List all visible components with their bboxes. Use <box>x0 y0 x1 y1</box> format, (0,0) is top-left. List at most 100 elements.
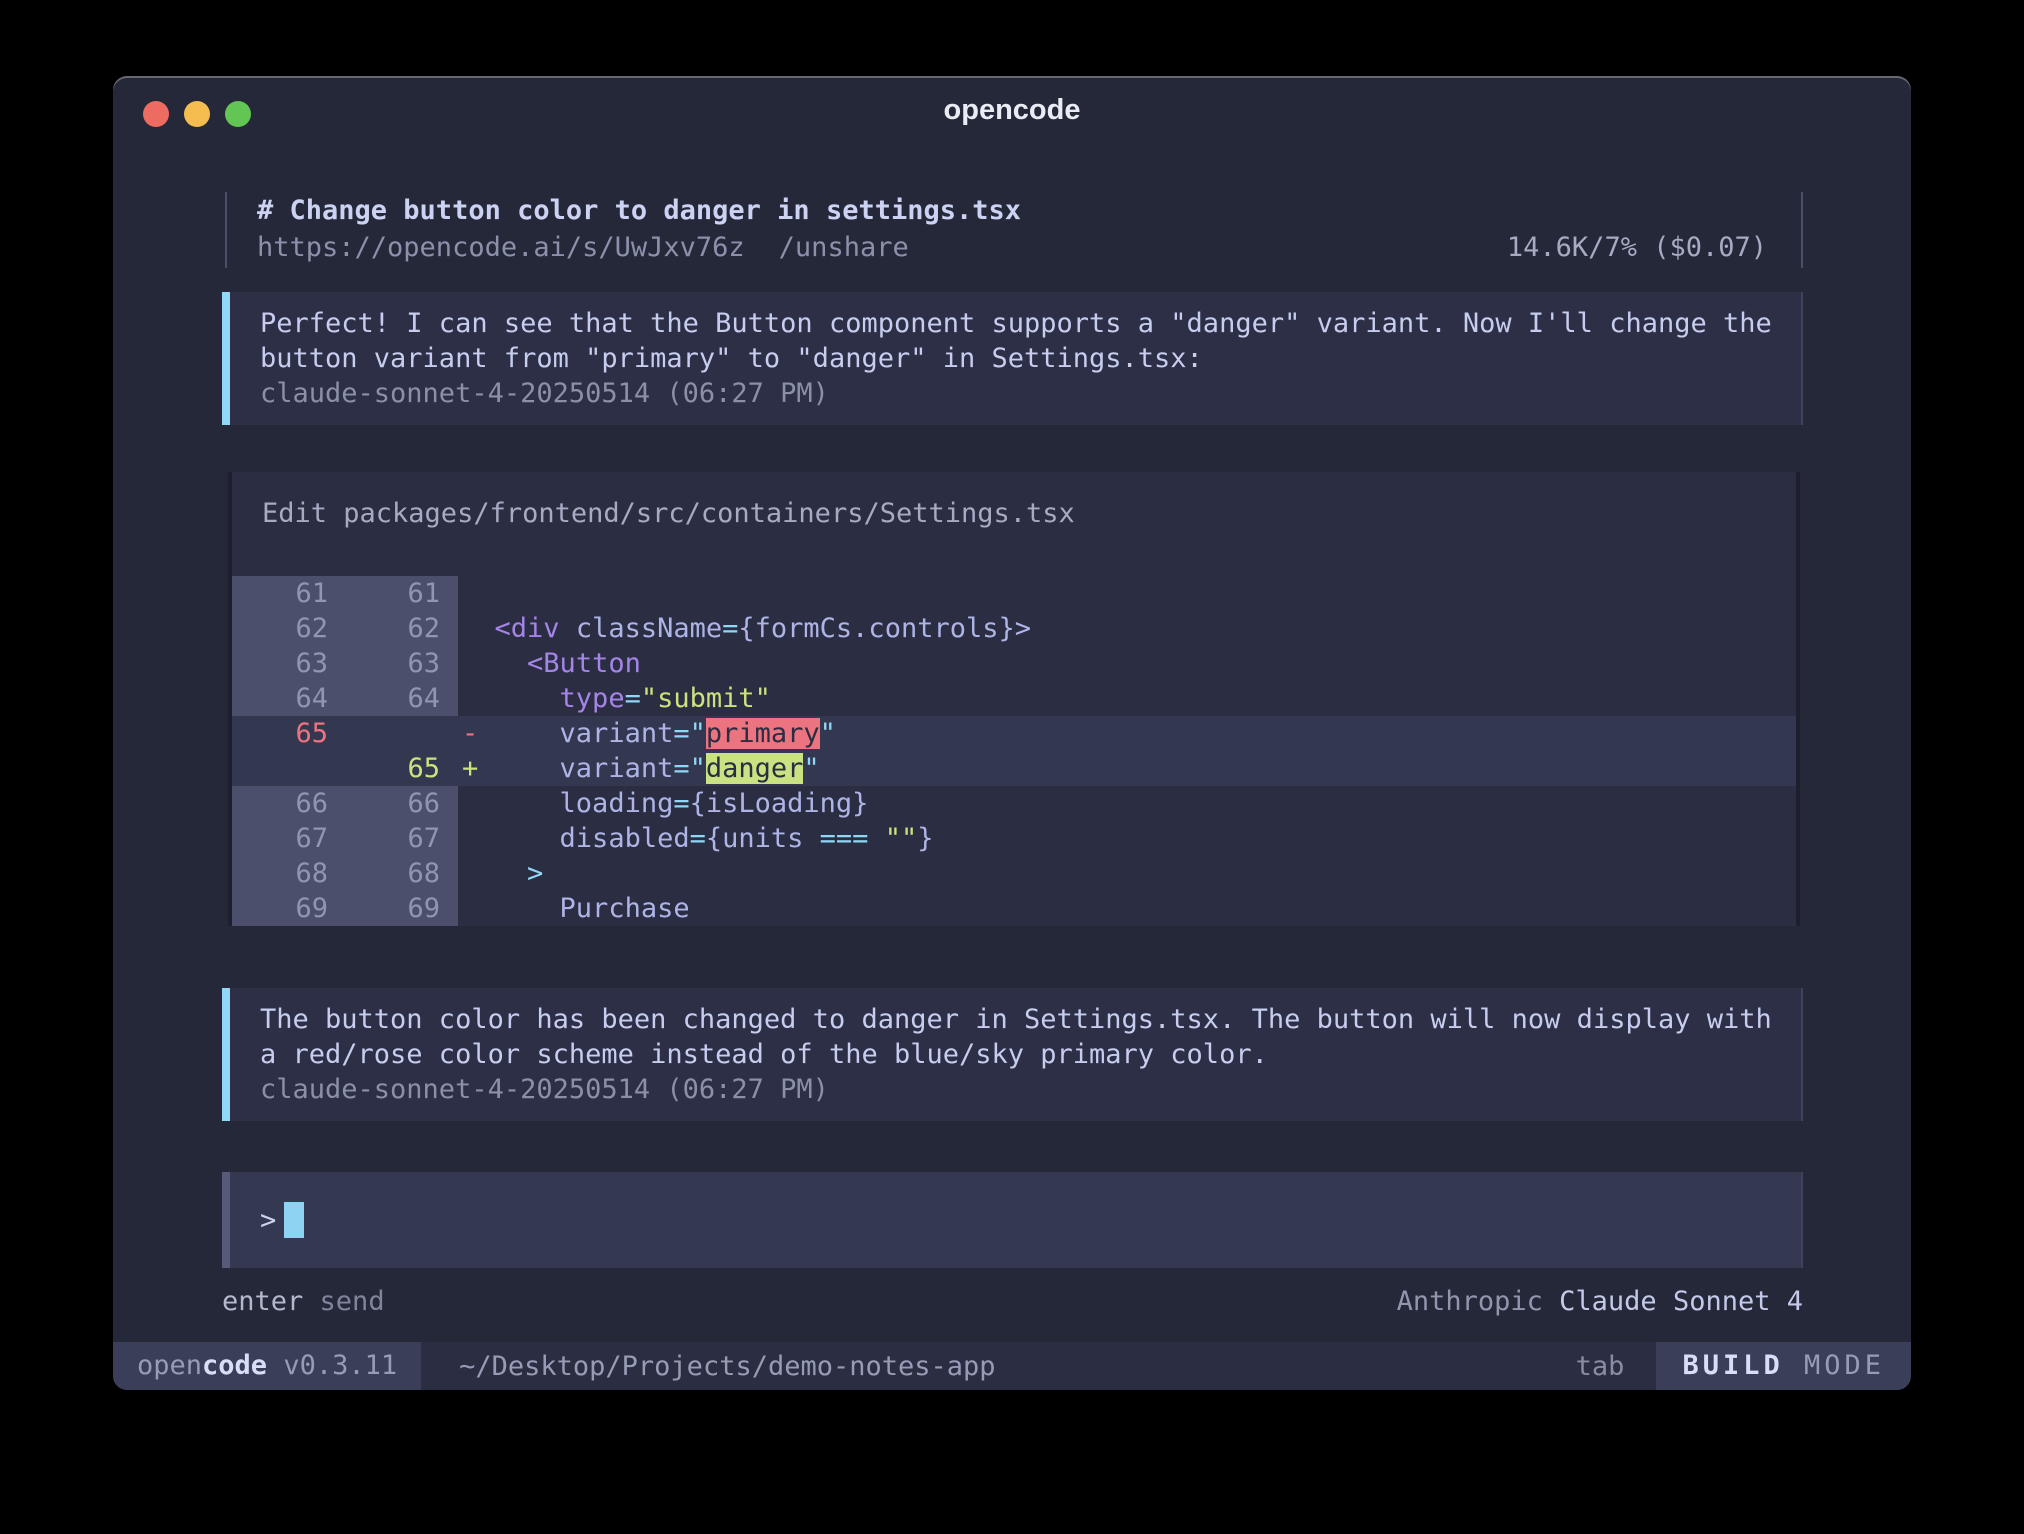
diff-sign <box>462 788 478 819</box>
send-label: send <box>320 1286 385 1317</box>
status-bar: opencode v0.3.11 ~/Desktop/Projects/demo… <box>113 1342 1911 1390</box>
new-line-number: 64 <box>342 681 458 716</box>
code-line: Purchase <box>458 891 1796 926</box>
code-token: {formCs.controls}> <box>738 613 1031 644</box>
code-token: variant <box>560 718 674 749</box>
diff-sign <box>462 613 478 644</box>
old-line-number: 66 <box>232 786 342 821</box>
code-token: type <box>560 683 625 714</box>
edit-file-title: Edit packages/frontend/src/containers/Se… <box>262 496 1796 531</box>
tab-key-hint[interactable]: tab <box>1576 1351 1625 1382</box>
token-usage-stats: 14.6K/7% ($0.07) <box>1507 229 1767 266</box>
provider-name: Anthropic <box>1397 1286 1543 1317</box>
message-text: Perfect! I can see that the Button compo… <box>260 306 1775 376</box>
diff-row: 65- variant="primary" <box>232 716 1796 751</box>
code-token: primary <box>706 718 820 749</box>
model-timestamp: claude-sonnet-4-20250514 (06:27 PM) <box>260 376 1775 411</box>
diff-row: 6868 > <box>232 856 1796 891</box>
model-timestamp: claude-sonnet-4-20250514 (06:27 PM) <box>260 1072 1775 1107</box>
prompt-caret: > <box>260 1205 276 1236</box>
code-line <box>458 576 1796 611</box>
mode-suffix: MODE <box>1784 1350 1885 1381</box>
diff-sign <box>462 893 478 924</box>
session-title: # Change button color to danger in setti… <box>257 192 1801 229</box>
diff-row: 6767 disabled={units === ""} <box>232 821 1796 856</box>
prompt-input[interactable]: > <box>222 1172 1803 1268</box>
code-token: "submit" <box>641 683 771 714</box>
diff-sign: - <box>462 718 478 749</box>
app-version: v0.3.11 <box>267 1350 397 1381</box>
unshare-command[interactable]: /unshare <box>779 232 909 263</box>
code-line: loading={isLoading} <box>458 786 1796 821</box>
diff-row: 65+ variant="danger" <box>232 751 1796 786</box>
code-token: {units <box>706 823 820 854</box>
code-line: + variant="danger" <box>458 751 1796 786</box>
working-directory: ~/Desktop/Projects/demo-notes-app <box>459 1351 995 1382</box>
code-token: } <box>917 823 933 854</box>
diff-row: 6464 type="submit" <box>232 681 1796 716</box>
assistant-message: The button color has been changed to dan… <box>222 988 1803 1121</box>
code-token: <Button <box>527 648 641 679</box>
code-token: =" <box>673 753 706 784</box>
old-line-number <box>232 751 342 786</box>
diff-row: 6969 Purchase <box>232 891 1796 926</box>
old-line-number: 62 <box>232 611 342 646</box>
session-header: # Change button color to danger in setti… <box>225 192 1803 268</box>
window-title: opencode <box>113 94 1911 127</box>
edit-tool-card: Edit packages/frontend/src/containers/Se… <box>228 472 1800 926</box>
text-cursor <box>284 1202 304 1238</box>
code-token: " <box>803 753 819 784</box>
code-token: " <box>820 718 836 749</box>
model-indicator: Anthropic Claude Sonnet 4 <box>1397 1284 1803 1319</box>
old-line-number: 61 <box>232 576 342 611</box>
code-token: = <box>625 683 641 714</box>
diff-view: 6161 6262 <div className={formCs.control… <box>232 576 1796 926</box>
diff-row: 6262 <div className={formCs.controls}> <box>232 611 1796 646</box>
new-line-number: 69 <box>342 891 458 926</box>
new-line-number: 62 <box>342 611 458 646</box>
diff-sign <box>462 858 478 889</box>
diff-sign <box>462 578 478 609</box>
code-line: type="submit" <box>458 681 1796 716</box>
diff-row: 6666 loading={isLoading} <box>232 786 1796 821</box>
code-line: > <box>458 856 1796 891</box>
enter-key-hint: enter <box>222 1286 303 1317</box>
mode-name: BUILD <box>1682 1350 1783 1381</box>
diff-sign <box>462 823 478 854</box>
new-line-number: 65 <box>342 751 458 786</box>
send-hint: enter send <box>222 1284 385 1319</box>
old-line-number: 64 <box>232 681 342 716</box>
code-token: Purchase <box>560 893 690 924</box>
code-line: disabled={units === ""} <box>458 821 1796 856</box>
code-token: className <box>560 613 723 644</box>
code-token: {isLoading} <box>690 788 869 819</box>
new-line-number <box>342 716 458 751</box>
new-line-number: 61 <box>342 576 458 611</box>
opencode-window: opencode # Change button color to danger… <box>113 76 1911 1390</box>
diff-sign <box>462 683 478 714</box>
old-line-number: 63 <box>232 646 342 681</box>
code-token: <div <box>495 613 560 644</box>
code-token: = <box>722 613 738 644</box>
old-line-number: 69 <box>232 891 342 926</box>
old-line-number: 65 <box>232 716 342 751</box>
old-line-number: 67 <box>232 821 342 856</box>
app-name-code: code <box>202 1350 267 1381</box>
code-token: > <box>527 858 543 889</box>
new-line-number: 67 <box>342 821 458 856</box>
hint-bar: enter send Anthropic Claude Sonnet 4 <box>222 1284 1803 1319</box>
code-token: = <box>690 823 706 854</box>
code-line: <Button <box>458 646 1796 681</box>
app-version-chip: opencode v0.3.11 <box>113 1342 421 1390</box>
new-line-number: 66 <box>342 786 458 821</box>
diff-row: 6161 <box>232 576 1796 611</box>
new-line-number: 63 <box>342 646 458 681</box>
app-name-open: open <box>137 1350 202 1381</box>
code-token: disabled <box>560 823 690 854</box>
diff-sign: + <box>462 753 478 784</box>
old-line-number: 68 <box>232 856 342 891</box>
code-token: === <box>820 823 885 854</box>
code-token: loading <box>560 788 674 819</box>
share-url[interactable]: https://opencode.ai/s/UwJxv76z <box>257 232 745 263</box>
assistant-message: Perfect! I can see that the Button compo… <box>222 292 1803 425</box>
